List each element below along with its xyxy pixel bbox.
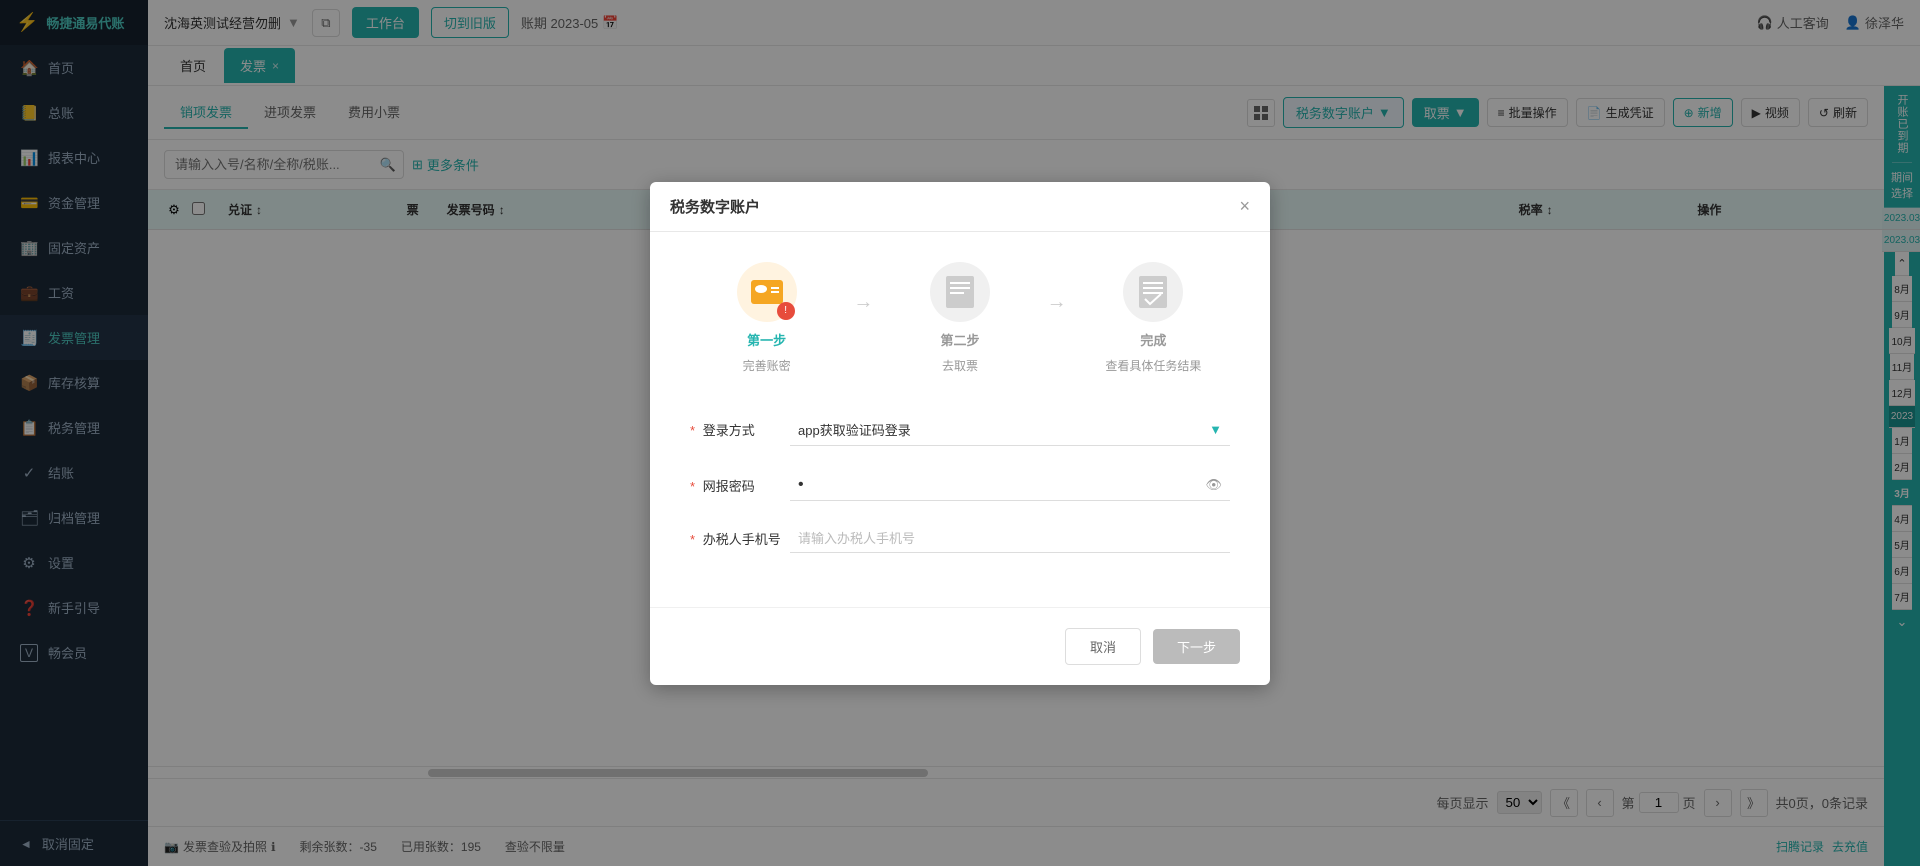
step3-icon <box>1133 272 1173 312</box>
phone-label-text: 办税人手机号 <box>703 532 781 547</box>
step1-title: 第一步 <box>747 330 786 349</box>
step1-icon-wrap: ! <box>737 262 797 322</box>
dialog-header: 税务数字账户 × <box>650 182 1270 232</box>
eye-icon[interactable]: 👁 <box>1205 477 1222 493</box>
net-password-wrap: 👁 <box>790 470 1230 501</box>
cancel-button[interactable]: 取消 <box>1065 628 1141 665</box>
login-method-label-text: 登录方式 <box>703 423 755 438</box>
required-mark-1: * <box>690 423 695 438</box>
dialog-footer: 取消 下一步 <box>650 607 1270 685</box>
step2-title: 第二步 <box>940 330 979 349</box>
dialog-title: 税务数字账户 <box>670 196 760 217</box>
select-arrow-icon: ▼ <box>1209 422 1222 437</box>
step-2: 第二步 去取票 <box>883 262 1036 374</box>
net-password-label-text: 网报密码 <box>703 479 755 494</box>
step1-subtitle: 完善账密 <box>743 357 791 374</box>
step1-badge-icon: ! <box>784 305 787 316</box>
step-1: ! 第一步 完善账密 <box>690 262 843 374</box>
step3-title: 完成 <box>1140 330 1166 349</box>
required-mark-3: * <box>690 532 695 547</box>
step-3: 完成 查看具体任务结果 <box>1077 262 1230 374</box>
steps-container: ! 第一步 完善账密 → <box>690 262 1230 374</box>
step3-icon-wrap <box>1123 262 1183 322</box>
phone-field: * 办税人手机号 <box>690 525 1230 553</box>
step2-icon <box>940 272 980 312</box>
login-method-label: * 登录方式 <box>690 420 790 439</box>
step-arrow-2: → <box>1037 291 1077 344</box>
tax-digital-dialog: 税务数字账户 × ! <box>650 182 1270 685</box>
phone-input[interactable] <box>790 525 1230 553</box>
net-password-field: * 网报密码 👁 <box>690 470 1230 501</box>
login-method-value: app获取验证码登录 <box>798 420 911 439</box>
modal-overlay[interactable]: 税务数字账户 × ! <box>0 0 1920 866</box>
step3-subtitle: 查看具体任务结果 <box>1105 357 1201 374</box>
net-password-input[interactable] <box>798 476 1197 494</box>
net-password-label: * 网报密码 <box>690 476 790 495</box>
phone-label: * 办税人手机号 <box>690 529 790 548</box>
login-method-select[interactable]: app获取验证码登录 ▼ <box>790 414 1230 446</box>
next-step-button[interactable]: 下一步 <box>1153 629 1240 664</box>
step2-subtitle: 去取票 <box>942 357 978 374</box>
step2-icon-wrap <box>930 262 990 322</box>
dialog-close-button[interactable]: × <box>1239 196 1250 217</box>
required-mark-2: * <box>690 479 695 494</box>
login-method-field: * 登录方式 app获取验证码登录 ▼ <box>690 414 1230 446</box>
step1-badge: ! <box>777 302 795 320</box>
step-arrow-1: → <box>843 291 883 344</box>
dialog-body: ! 第一步 完善账密 → <box>650 232 1270 607</box>
